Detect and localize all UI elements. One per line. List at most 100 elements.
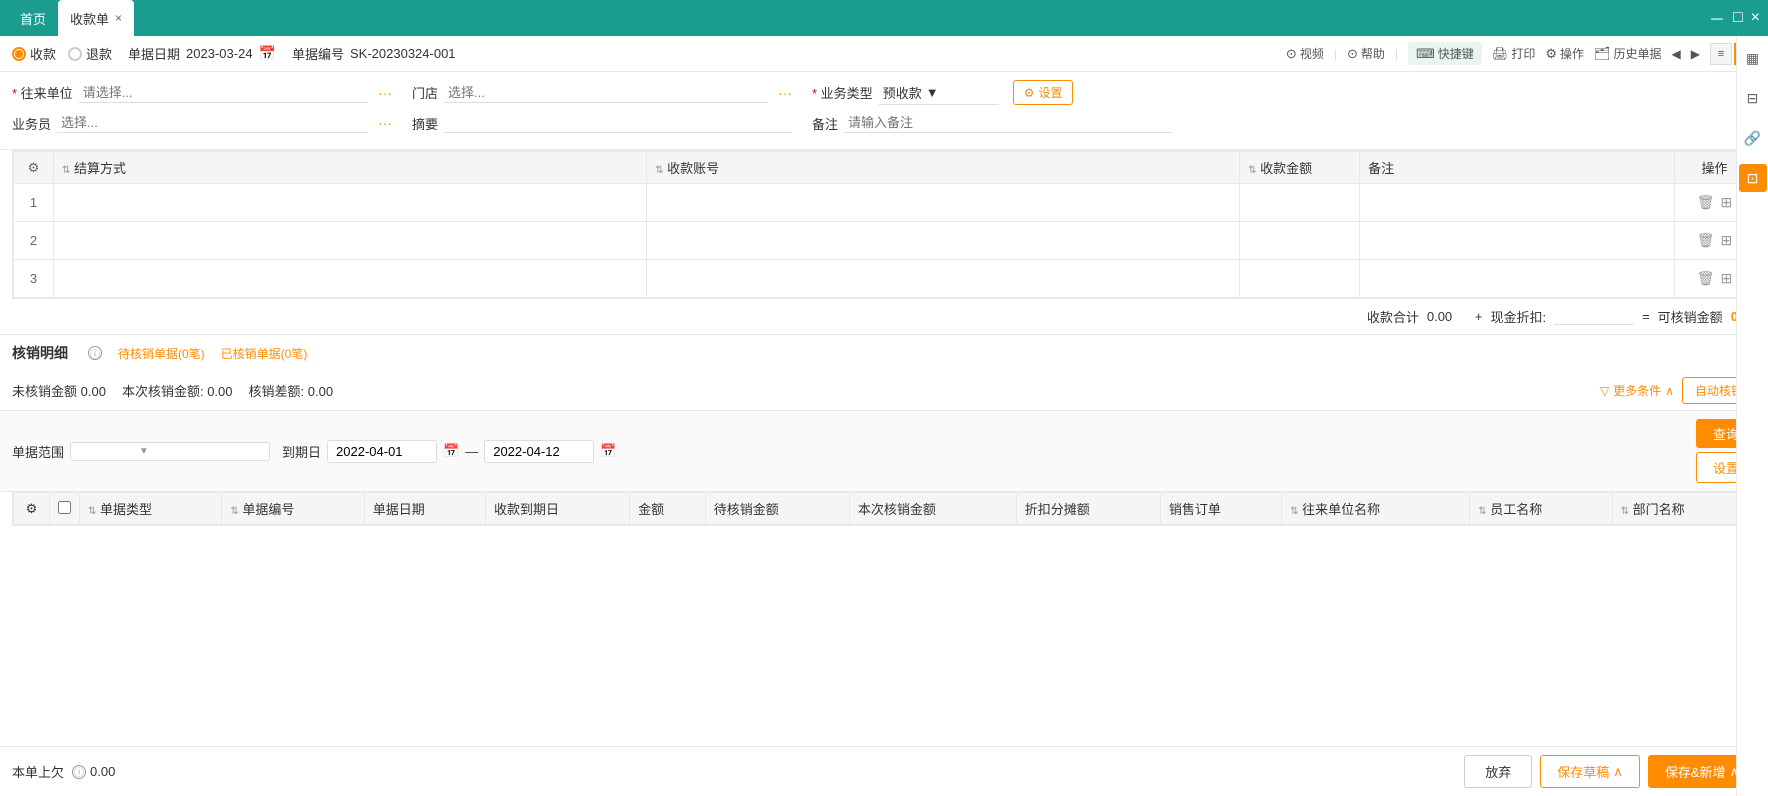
- row3-settle[interactable]: [54, 260, 647, 298]
- select-all-checkbox[interactable]: [58, 501, 71, 514]
- staff-more-btn[interactable]: ···: [378, 115, 392, 131]
- row1-note[interactable]: [1360, 184, 1675, 222]
- video-action[interactable]: ⊙ 视频: [1286, 45, 1324, 62]
- sidebar-link-icon[interactable]: 🔗: [1739, 124, 1767, 152]
- note-input[interactable]: [844, 113, 1172, 133]
- range-select[interactable]: ▼: [70, 442, 270, 461]
- radio-receipt-circle: [12, 47, 26, 61]
- print-action[interactable]: 🖨 打印: [1492, 45, 1536, 62]
- date-from-input[interactable]: [327, 440, 437, 463]
- bt-col-docdate: 单据日期: [364, 493, 485, 525]
- row3-copy-btn[interactable]: ⊞: [1721, 270, 1733, 287]
- save-draft-chevron: ∧: [1613, 764, 1623, 780]
- store-input[interactable]: [444, 83, 768, 103]
- col-account-header: ⇅ 收款账号: [647, 152, 1240, 184]
- equals-label: =: [1642, 309, 1650, 324]
- nav-home-tab[interactable]: 首页: [8, 0, 58, 36]
- save-draft-button[interactable]: 保存草稿 ∧: [1540, 755, 1640, 788]
- close-tab-icon[interactable]: ×: [115, 11, 122, 25]
- store-more-btn[interactable]: ···: [778, 85, 792, 101]
- operation-action[interactable]: ⚙ 操作: [1545, 45, 1584, 62]
- stats-right: ▽ 更多条件 ∧ 自动核销: [1600, 377, 1756, 404]
- layout-list-btn[interactable]: ≡: [1710, 43, 1732, 65]
- col-settle-label: 结算方式: [74, 161, 126, 176]
- verification-info-icon[interactable]: ⓘ: [88, 346, 102, 360]
- shortcut-label: 快捷键: [1438, 45, 1474, 62]
- due-date-label: 到期日: [282, 442, 321, 461]
- tab-pending[interactable]: 待核销单据(0笔): [118, 345, 205, 362]
- discount-input[interactable]: [1554, 309, 1634, 325]
- date-value: 2023-03-24: [186, 46, 253, 61]
- date-to-calendar-icon[interactable]: 📅: [600, 443, 616, 459]
- footer-left: 本单上欠 ⓘ 0.00: [12, 762, 115, 781]
- row1-settle[interactable]: [54, 184, 647, 222]
- bt-col-checkbox[interactable]: [50, 493, 80, 525]
- range-chevron: ▼: [139, 446, 149, 457]
- footer-info-icon[interactable]: ⓘ: [72, 765, 86, 779]
- close-window-button[interactable]: ×: [1751, 9, 1760, 27]
- diff-label: 核销差额:: [249, 384, 305, 399]
- filter-row: 单据范围 ▼ 到期日 📅 — 📅 查询 设置: [0, 410, 1768, 492]
- bt-col-salesorder: 销售订单: [1160, 493, 1281, 525]
- row3-account[interactable]: [647, 260, 1240, 298]
- plus-label: +: [1475, 309, 1483, 324]
- due-date-filter: 到期日 📅 — 📅: [282, 440, 616, 463]
- settings-button[interactable]: ⚙ 设置: [1013, 80, 1074, 105]
- row1-delete-btn[interactable]: 🗑: [1697, 194, 1715, 211]
- nav-right-btn[interactable]: ▶: [1691, 47, 1700, 61]
- row1-account[interactable]: [647, 184, 1240, 222]
- col-settle-header: ⇅ 结算方式: [54, 152, 647, 184]
- counterpart-input[interactable]: [79, 83, 368, 103]
- row3-note[interactable]: [1360, 260, 1675, 298]
- history-action[interactable]: 🗂 历史单据: [1594, 45, 1662, 62]
- store-field: 门店 ···: [412, 83, 792, 103]
- counterpart-more-btn[interactable]: ···: [378, 85, 392, 101]
- nav-left-btn[interactable]: ◀: [1672, 47, 1681, 61]
- print-icon: 🖨: [1492, 46, 1509, 62]
- date-range-sep: —: [465, 444, 478, 459]
- date-label: 单据日期: [128, 44, 180, 63]
- sidebar-list-icon[interactable]: ⊟: [1739, 84, 1767, 112]
- doc-num-value: SK-20230324-001: [350, 46, 456, 61]
- nav-receipt-tab[interactable]: 收款单 ×: [58, 0, 134, 36]
- more-filter-label: 更多条件: [1613, 382, 1661, 399]
- staff-input[interactable]: [57, 113, 368, 133]
- minimize-button[interactable]: －: [1709, 6, 1725, 30]
- row1-amount[interactable]: [1240, 184, 1360, 222]
- col-settings-header[interactable]: ⚙: [14, 152, 54, 184]
- help-label: 帮助: [1361, 45, 1385, 62]
- shortcut-action[interactable]: ⌨ 快捷键: [1408, 42, 1482, 65]
- row2-delete-btn[interactable]: 🗑: [1697, 232, 1715, 249]
- table-row: 2 🗑 ⊞: [14, 222, 1755, 260]
- business-type-select[interactable]: 预收款 ▼: [879, 81, 999, 105]
- abandon-button[interactable]: 放弃: [1464, 755, 1532, 788]
- date-from-calendar-icon[interactable]: 📅: [443, 443, 459, 459]
- calendar-icon[interactable]: 📅: [259, 45, 276, 62]
- row2-amount[interactable]: [1240, 222, 1360, 260]
- date-to-input[interactable]: [484, 440, 594, 463]
- col-account-label: 收款账号: [667, 161, 719, 176]
- more-filter-btn[interactable]: ▽ 更多条件 ∧: [1600, 382, 1674, 399]
- restore-button[interactable]: □: [1733, 9, 1743, 27]
- row2-settle[interactable]: [54, 222, 647, 260]
- row2-copy-btn[interactable]: ⊞: [1721, 232, 1733, 249]
- col-amount-label: 收款金额: [1260, 161, 1312, 176]
- radio-refund[interactable]: 退款: [68, 44, 112, 63]
- sidebar-expand-icon[interactable]: ⊡: [1739, 164, 1767, 192]
- tab-verified[interactable]: 已核销单据(0笔): [221, 345, 308, 362]
- row2-account[interactable]: [647, 222, 1240, 260]
- bt-col-current: 本次核销金额: [849, 493, 1016, 525]
- row3-delete-btn[interactable]: 🗑: [1697, 270, 1715, 287]
- radio-receipt[interactable]: 收款: [12, 44, 56, 63]
- sep1: |: [1334, 47, 1337, 61]
- summary-input[interactable]: [444, 113, 792, 133]
- doc-num-field: 单据编号 SK-20230324-001: [292, 44, 456, 63]
- date-field: 单据日期 2023-03-24 📅: [128, 44, 276, 63]
- row1-copy-btn[interactable]: ⊞: [1721, 194, 1733, 211]
- bt-col-settings[interactable]: ⚙: [14, 493, 50, 525]
- row2-note[interactable]: [1360, 222, 1675, 260]
- row3-amount[interactable]: [1240, 260, 1360, 298]
- help-action[interactable]: ⊙ 帮助: [1347, 45, 1385, 62]
- unverified-value: 0.00: [81, 384, 106, 399]
- sidebar-table-icon[interactable]: ▦: [1739, 44, 1767, 72]
